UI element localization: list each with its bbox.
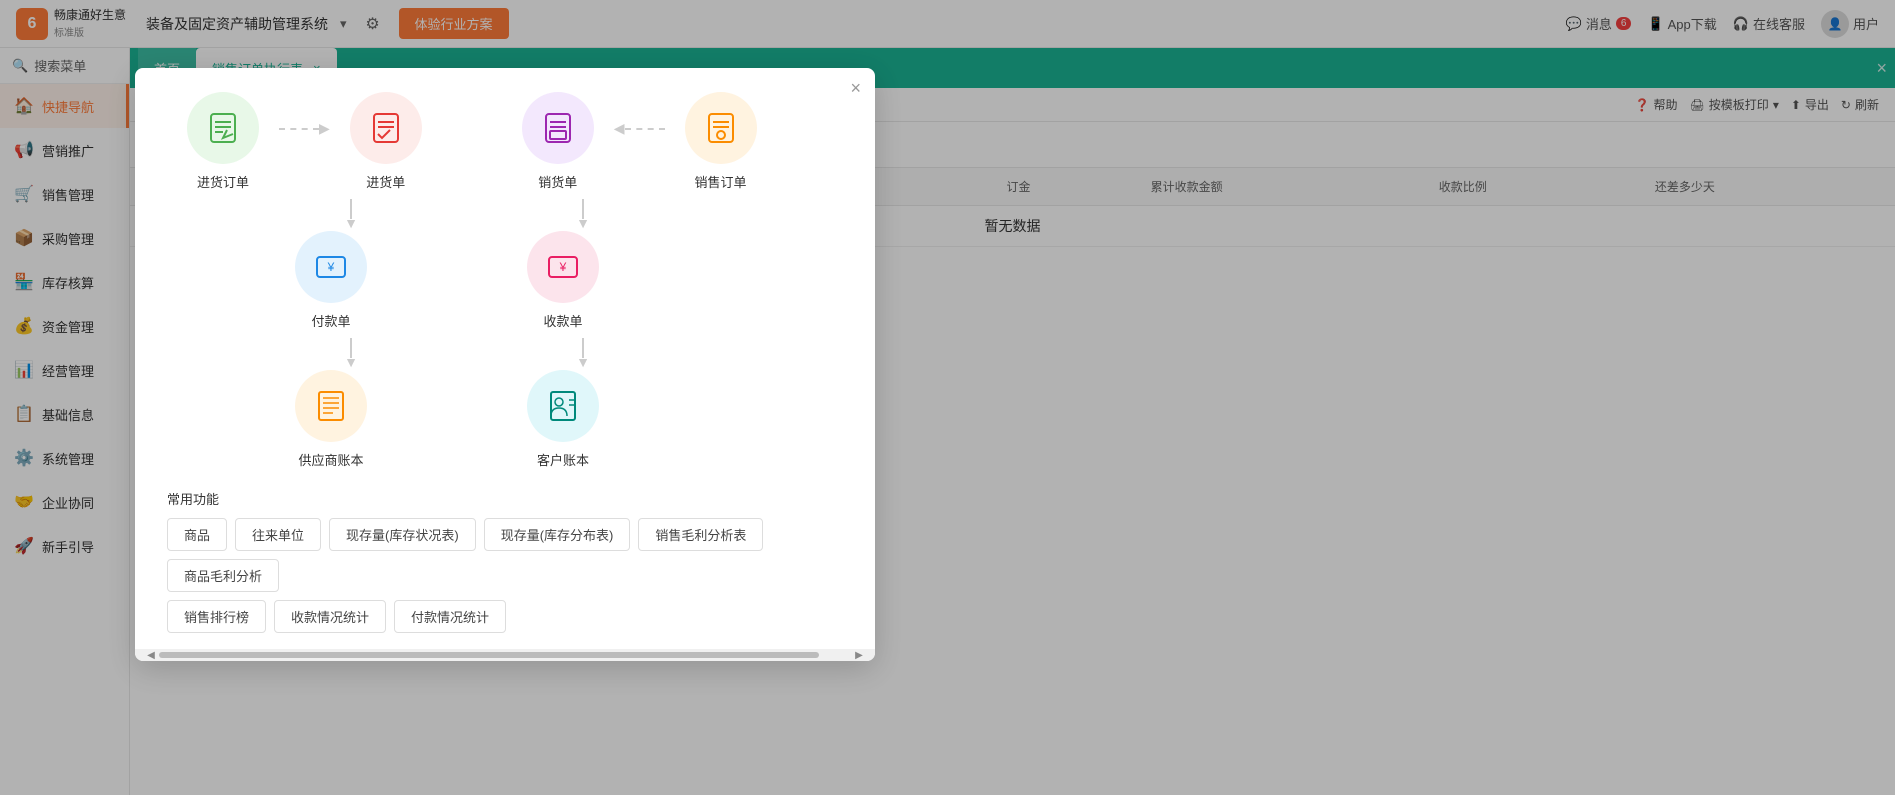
payment-slip-label: 付款单 <box>311 311 350 330</box>
common-funcs: 常用功能 商品 往来单位 现存量(库存状况表) 现存量(库存分布表) 销售毛利分… <box>167 489 843 633</box>
arrow-purchase-order-to-slip: ▶ <box>279 120 330 137</box>
receipt-slip-circle: ¥ <box>527 231 599 303</box>
arrow-payment-to-supplier: ▼ <box>315 338 387 370</box>
sales-slip-icon <box>540 110 576 146</box>
purchase-order-label: 进货订单 <box>197 172 249 191</box>
svg-text:¥: ¥ <box>327 260 335 274</box>
func-btn-stock-status[interactable]: 现存量(库存状况表) <box>329 518 476 551</box>
func-btn-sales-margin[interactable]: 销售毛利分析表 <box>638 518 763 551</box>
svg-text:¥: ¥ <box>559 260 567 274</box>
modal-overlay: × 进货订单 <box>0 0 1895 795</box>
func-btn-partner[interactable]: 往来单位 <box>235 518 321 551</box>
func-btn-sales-rank[interactable]: 销售排行榜 <box>167 600 266 633</box>
func-btn-payment-stats[interactable]: 付款情况统计 <box>394 600 506 633</box>
flow-node-receipt-slip[interactable]: ¥ 收款单 <box>527 231 599 330</box>
modal-close-button[interactable]: × <box>850 78 861 99</box>
flow-node-sales-slip[interactable]: 销货单 <box>522 92 594 191</box>
sales-slip-label: 销货单 <box>538 172 577 191</box>
payment-slip-circle: ¥ <box>295 231 367 303</box>
purchase-slip-label: 进货单 <box>366 172 405 191</box>
flow-node-purchase-order[interactable]: 进货订单 <box>187 92 259 191</box>
flow-node-customer-ledger[interactable]: 客户账本 <box>527 370 599 469</box>
customer-ledger-label: 客户账本 <box>537 450 589 469</box>
receipt-slip-label: 收款单 <box>543 311 582 330</box>
flow-node-supplier-ledger[interactable]: 供应商账本 <box>295 370 367 469</box>
flow-node-sales-order[interactable]: 销售订单 <box>685 92 757 191</box>
supplier-ledger-label: 供应商账本 <box>298 450 363 469</box>
sales-order-label: 销售订单 <box>695 172 747 191</box>
arrow-sales-to-receipt: ▼ <box>547 199 619 231</box>
supplier-ledger-icon <box>313 388 349 424</box>
purchase-order-icon <box>205 110 241 146</box>
modal-scrollbar[interactable]: ◀ ▶ <box>135 649 875 661</box>
arrow-sales-order-to-slip: ◀ <box>614 120 665 137</box>
purchase-slip-icon <box>368 110 404 146</box>
sales-slip-circle <box>522 92 594 164</box>
common-title: 常用功能 <box>167 489 843 508</box>
sales-order-circle <box>685 92 757 164</box>
arrow-purchase-to-payment: ▼ <box>315 199 387 231</box>
modal-content: 进货订单 ▶ <box>135 68 875 649</box>
func-btn-product[interactable]: 商品 <box>167 518 227 551</box>
purchase-slip-circle <box>350 92 422 164</box>
receipt-slip-icon: ¥ <box>545 249 581 285</box>
func-btn-receipt-stats[interactable]: 收款情况统计 <box>274 600 386 633</box>
arrow-receipt-to-customer: ▼ <box>547 338 619 370</box>
quick-nav-modal: × 进货订单 <box>135 68 875 661</box>
scroll-left-btn[interactable]: ◀ <box>143 650 159 660</box>
sales-order-icon <box>703 110 739 146</box>
func-btn-product-margin[interactable]: 商品毛利分析 <box>167 559 279 592</box>
payment-slip-icon: ¥ <box>313 249 349 285</box>
customer-ledger-icon <box>545 388 581 424</box>
func-btns-row1: 商品 往来单位 现存量(库存状况表) 现存量(库存分布表) 销售毛利分析表 商品… <box>167 518 843 592</box>
purchase-order-circle <box>187 92 259 164</box>
supplier-ledger-circle <box>295 370 367 442</box>
flow-node-purchase-slip[interactable]: 进货单 <box>350 92 422 191</box>
customer-ledger-circle <box>527 370 599 442</box>
func-btn-stock-dist[interactable]: 现存量(库存分布表) <box>484 518 631 551</box>
scrollbar-thumb[interactable] <box>159 652 819 658</box>
func-btns-row2: 销售排行榜 收款情况统计 付款情况统计 <box>167 600 843 633</box>
flow-node-payment-slip[interactable]: ¥ 付款单 <box>295 231 367 330</box>
scroll-right-btn[interactable]: ▶ <box>851 650 867 660</box>
